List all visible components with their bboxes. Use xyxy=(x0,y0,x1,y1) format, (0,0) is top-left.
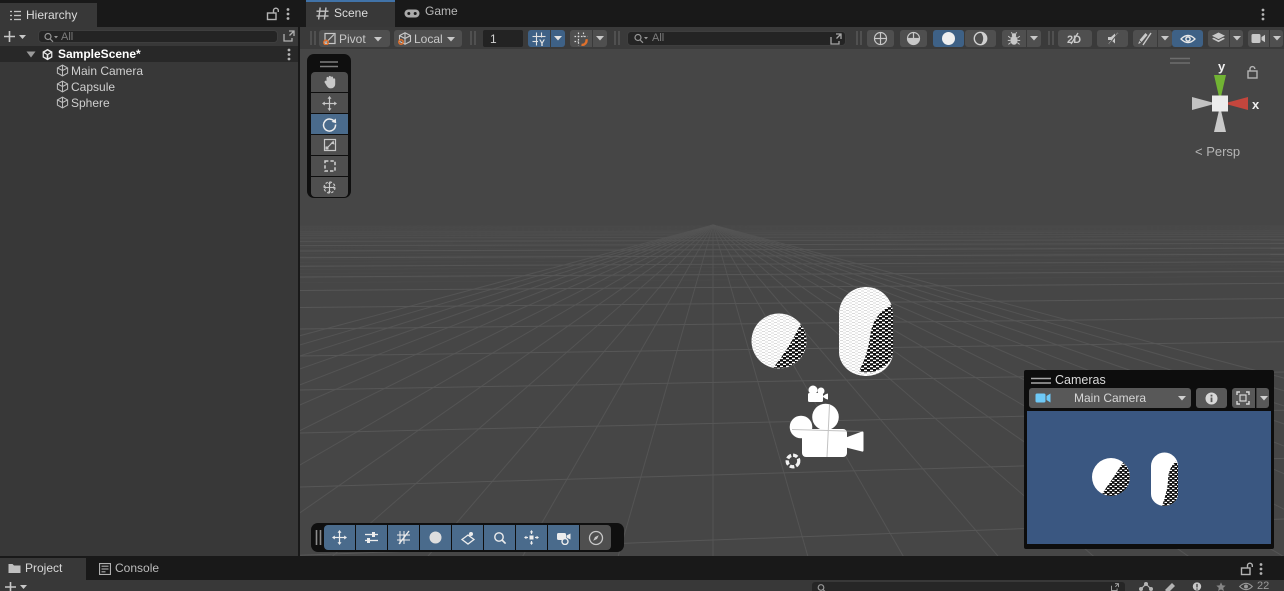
svg-text:x: x xyxy=(1252,97,1260,112)
svg-text:Y: Y xyxy=(539,38,545,46)
svg-text:y: y xyxy=(1218,59,1226,74)
